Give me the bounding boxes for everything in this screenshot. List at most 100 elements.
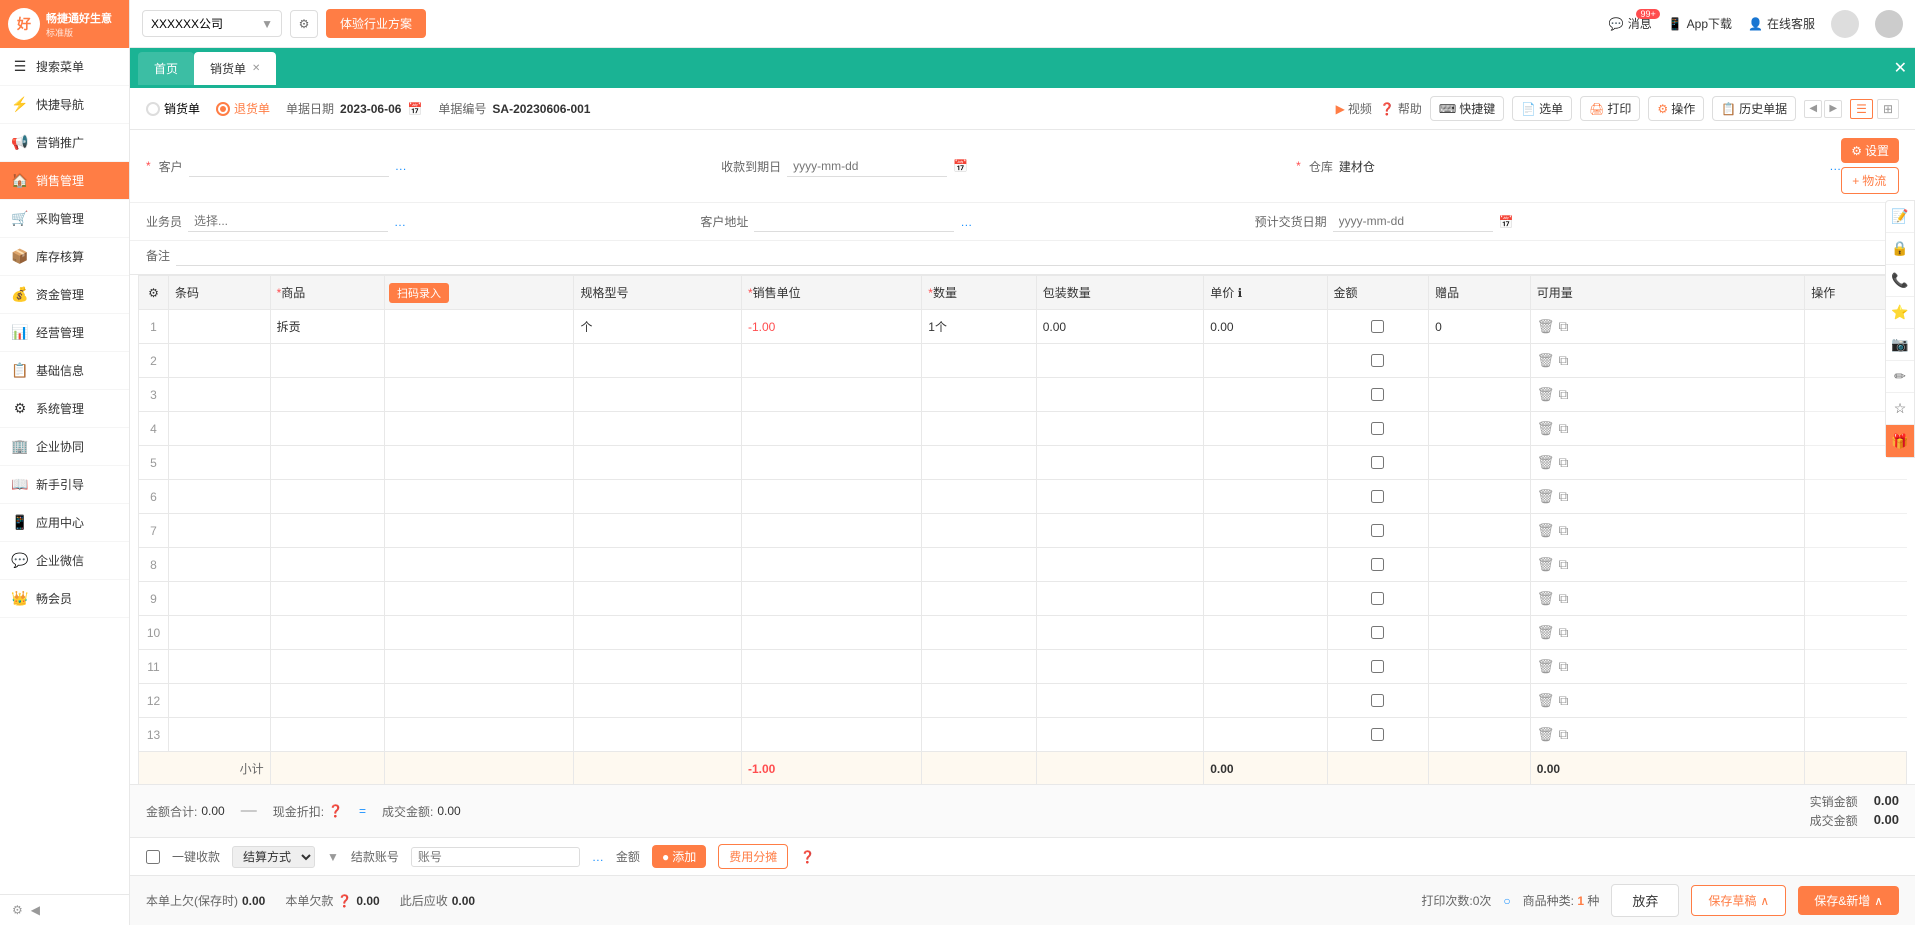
rt-item-1[interactable]: 📝 <box>1886 201 1914 233</box>
delivery-calendar-icon[interactable]: 📅 <box>1499 215 1514 229</box>
del-2[interactable]: 🗑 <box>1537 352 1555 369</box>
spec-cell-1[interactable] <box>385 310 574 344</box>
salesperson-input[interactable] <box>188 211 388 232</box>
warehouse-dots[interactable]: … <box>1829 159 1841 173</box>
company-selector[interactable]: XXXXXX公司 ▼ <box>142 10 282 37</box>
th-settings[interactable]: ⚙ <box>139 276 169 310</box>
sidebar-item-business[interactable]: 📊 经营管理 <box>0 314 129 352</box>
copy-2[interactable]: ⧉ <box>1559 352 1569 369</box>
gift-check[interactable] <box>1371 354 1384 367</box>
unit-price-cell-1[interactable]: 0.00 <box>1036 310 1204 344</box>
unit-cell-1[interactable]: 个 <box>574 310 742 344</box>
copy-3[interactable]: ⧉ <box>1559 386 1569 403</box>
next-record-button[interactable]: ▶ <box>1824 100 1842 118</box>
collection-calendar-icon[interactable]: 📅 <box>953 159 968 173</box>
sidebar-item-guide[interactable]: 📖 新手引导 <box>0 466 129 504</box>
list-view-btn[interactable]: ☰ <box>1850 99 1873 119</box>
app-download-button[interactable]: 📱 App下载 <box>1668 15 1732 32</box>
calendar-icon[interactable]: 📅 <box>407 102 422 116</box>
remarks-input[interactable] <box>176 245 1899 266</box>
rt-item-8[interactable]: 🎁 <box>1886 425 1914 457</box>
sidebar-collapse-icon[interactable]: ◀ <box>31 903 40 917</box>
grid-view-btn[interactable]: ⊞ <box>1877 99 1899 119</box>
gift-check[interactable] <box>1371 626 1384 639</box>
gift-check[interactable] <box>1371 694 1384 707</box>
sidebar-item-wechat[interactable]: 💬 企业微信 <box>0 542 129 580</box>
payment-help-icon[interactable]: ❓ <box>800 850 815 864</box>
settings-gear-button[interactable]: ⚙ <box>290 10 318 38</box>
sidebar-item-search[interactable]: ☰ 搜索菜单 <box>0 48 129 86</box>
account-dots[interactable]: … <box>592 850 604 864</box>
trial-button[interactable]: 体验行业方案 <box>326 9 426 38</box>
gift-check[interactable] <box>1371 524 1384 537</box>
sidebar-item-inventory[interactable]: 📦 库存核算 <box>0 238 129 276</box>
gift-cell-1[interactable] <box>1327 310 1429 344</box>
sidebar-item-marketing[interactable]: 📢 营销推广 <box>0 124 129 162</box>
gift-check[interactable] <box>1371 558 1384 571</box>
avatar2[interactable] <box>1875 10 1903 38</box>
rt-item-3[interactable]: 📞 <box>1886 265 1914 297</box>
pack-qty-cell-1[interactable]: 1个 <box>922 310 1036 344</box>
sidebar-item-member[interactable]: 👑 畅会员 <box>0 580 129 618</box>
gift-check[interactable] <box>1371 422 1384 435</box>
amount-cell-1[interactable]: 0.00 <box>1204 310 1327 344</box>
copy-row-1[interactable]: ⧉ <box>1559 318 1569 335</box>
online-service-button[interactable]: 👤 在线客服 <box>1748 15 1815 32</box>
select-order-button[interactable]: 📄 选单 <box>1512 96 1572 121</box>
rt-item-5[interactable]: 📷 <box>1886 329 1914 361</box>
save-draft-button[interactable]: 保存草稿 ∧ <box>1691 885 1786 916</box>
gift-check[interactable] <box>1371 388 1384 401</box>
shortcut-button[interactable]: ⌨ 快捷键 <box>1430 96 1504 121</box>
product-cell-1[interactable]: 拆贡 <box>270 310 384 344</box>
total-owe-help[interactable]: ❓ <box>337 894 352 908</box>
rt-item-2[interactable]: 🔒 <box>1886 233 1914 265</box>
customer-input[interactable] <box>189 156 389 177</box>
gift-check[interactable] <box>1371 490 1384 503</box>
prev-record-button[interactable]: ◀ <box>1804 100 1822 118</box>
radio-return-order[interactable]: 退货单 <box>216 100 270 117</box>
add-payment-button[interactable]: ● 添加 <box>652 845 706 868</box>
tab-sales-order[interactable]: 销货单 ✕ <box>194 52 276 85</box>
discount-help-icon[interactable]: ❓ <box>328 804 343 818</box>
rt-item-7[interactable]: ☆ <box>1886 393 1914 425</box>
del-3[interactable]: 🗑 <box>1537 386 1555 403</box>
rt-item-6[interactable]: ✏ <box>1886 361 1914 393</box>
message-button[interactable]: 💬 消息 99+ <box>1609 15 1652 32</box>
order-settings-button[interactable]: ⚙ 设置 <box>1841 138 1899 163</box>
customer-addr-dots[interactable]: … <box>960 215 972 229</box>
avatar[interactable] <box>1831 10 1859 38</box>
delete-row-1[interactable]: 🗑 <box>1537 318 1555 335</box>
gift-check[interactable] <box>1371 660 1384 673</box>
account-input[interactable] <box>411 847 580 867</box>
help-button[interactable]: ❓ 帮助 <box>1380 100 1422 117</box>
sidebar-settings-icon[interactable]: ⚙ <box>12 903 23 917</box>
gift-check[interactable] <box>1371 456 1384 469</box>
tab-close-icon[interactable]: ✕ <box>252 63 260 74</box>
customer-dots[interactable]: … <box>395 159 407 173</box>
sidebar-item-system[interactable]: ⚙ 系统管理 <box>0 390 129 428</box>
gift-check[interactable] <box>1371 728 1384 741</box>
sidebar-item-finance[interactable]: 💰 资金管理 <box>0 276 129 314</box>
print-circle-icon[interactable]: ○ <box>1503 894 1510 908</box>
sidebar-item-basic[interactable]: 📋 基础信息 <box>0 352 129 390</box>
rt-item-4[interactable]: ⭐ <box>1886 297 1914 329</box>
history-order-button[interactable]: 📋 历史单据 <box>1712 96 1796 121</box>
expected-delivery-input[interactable] <box>1333 211 1493 232</box>
sidebar-item-purchase[interactable]: 🛒 采购管理 <box>0 200 129 238</box>
radio-sales-order[interactable]: 销货单 <box>146 100 200 117</box>
sidebar-item-quick-nav[interactable]: ⚡ 快捷导航 <box>0 86 129 124</box>
sidebar-item-enterprise[interactable]: 🏢 企业协同 <box>0 428 129 466</box>
salesperson-dots[interactable]: … <box>394 215 406 229</box>
save-new-button[interactable]: 保存&新增 ∧ <box>1798 886 1899 915</box>
gift-checkbox-1[interactable] <box>1371 320 1384 333</box>
print-button[interactable]: 🖨 打印 <box>1580 96 1640 121</box>
discard-button[interactable]: 放弃 <box>1611 884 1679 917</box>
tab-home[interactable]: 首页 <box>138 52 194 85</box>
gift-check[interactable] <box>1371 592 1384 605</box>
settlement-method-select[interactable]: 结算方式 <box>232 846 315 868</box>
th-scan[interactable]: 扫码录入 <box>385 276 574 310</box>
scan-entry-button[interactable]: 扫码录入 <box>389 283 449 303</box>
logistics-button[interactable]: + 物流 <box>1841 167 1899 194</box>
expense-split-button[interactable]: 费用分摊 <box>718 844 788 869</box>
operate-button[interactable]: ⚙ 操作 <box>1648 96 1704 121</box>
